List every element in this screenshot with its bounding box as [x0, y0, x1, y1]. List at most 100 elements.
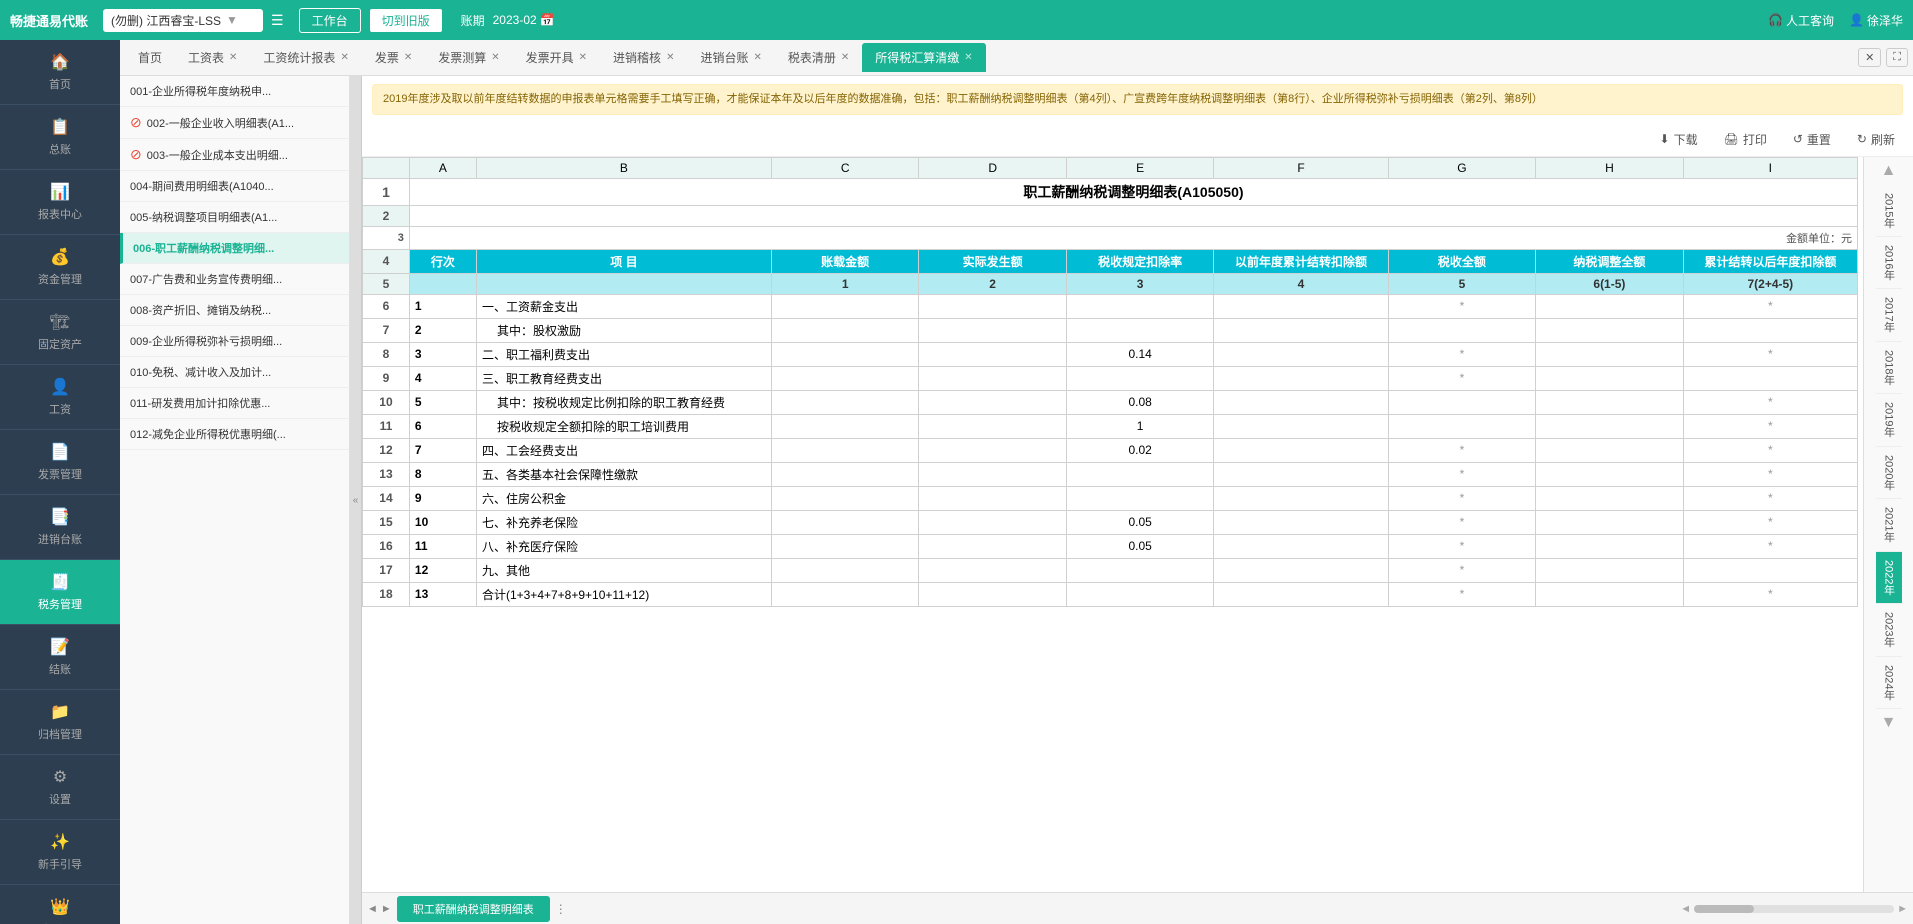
sidebar-item-general-ledger[interactable]: 📋 总账: [0, 105, 120, 170]
year-nav-item[interactable]: 2020年: [1876, 447, 1902, 499]
tab-invoice-issue[interactable]: 发票开具 ✕: [513, 43, 600, 72]
workbench-button[interactable]: 工作台: [299, 8, 361, 33]
bottom-tab-menu[interactable]: ⋮: [555, 902, 567, 916]
close-icon[interactable]: ✕: [753, 52, 761, 63]
year-nav-item[interactable]: 2023年: [1876, 604, 1902, 656]
bottom-tab-payroll[interactable]: 职工薪酬纳税调整明细表: [397, 896, 550, 922]
sidebar-item-settings[interactable]: ⚙ 设置: [0, 755, 120, 820]
collapse-handle[interactable]: «: [350, 76, 362, 924]
sheet-nav-left[interactable]: ◄: [367, 903, 378, 915]
close-icon[interactable]: ✕: [964, 52, 972, 63]
year-nav-up[interactable]: ▲: [1876, 157, 1902, 185]
scroll-right-icon[interactable]: ►: [1897, 903, 1908, 915]
left-panel-item-009[interactable]: 009-企业所得税弥补亏损明细...: [120, 326, 349, 357]
table-row[interactable]: 149六、住房公积金**: [363, 486, 1858, 510]
left-panel-item-003[interactable]: ⊘ 003-一般企业成本支出明细...: [120, 139, 349, 171]
app-logo: 畅捷通易代账: [10, 11, 88, 30]
close-icon[interactable]: ✕: [404, 52, 412, 63]
left-panel-item-001[interactable]: 001-企业所得税年度纳税申...: [120, 76, 349, 107]
tab-invoice[interactable]: 发票 ✕: [362, 43, 425, 72]
sidebar-item-tax[interactable]: 🧾 税务管理: [0, 560, 120, 625]
year-nav-item[interactable]: 2017年: [1876, 289, 1902, 341]
old-version-button[interactable]: 切到旧版: [369, 8, 443, 33]
tab-tax-list[interactable]: 税表清册 ✕: [775, 43, 862, 72]
left-panel-item-005[interactable]: 005-纳税调整项目明细表(A1...: [120, 202, 349, 233]
support-button[interactable]: 🎧 人工客询: [1768, 12, 1834, 29]
sidebar-item-closing[interactable]: 📝 结账: [0, 625, 120, 690]
year-nav-item[interactable]: 2024年: [1876, 657, 1902, 709]
year-nav-item[interactable]: 2021年: [1876, 499, 1902, 551]
year-nav-item[interactable]: 2019年: [1876, 394, 1902, 446]
tab-payroll-stats[interactable]: 工资统计报表 ✕: [250, 43, 361, 72]
year-nav-item[interactable]: 2015年: [1876, 185, 1902, 237]
tab-invoice-calc[interactable]: 发票测算 ✕: [425, 43, 512, 72]
tab-home[interactable]: 首页: [125, 43, 175, 72]
close-icon[interactable]: ✕: [666, 52, 674, 63]
table-row[interactable]: 116按税收规定全额扣除的职工培训费用1*: [363, 414, 1858, 438]
col-b-header: 项 目: [476, 249, 771, 273]
sidebar-item-payroll[interactable]: 👤 工资: [0, 365, 120, 430]
print-button[interactable]: 🖨 打印: [1716, 128, 1775, 151]
year-nav-item[interactable]: 2016年: [1876, 237, 1902, 289]
refresh-button[interactable]: ↻ 刷新: [1849, 128, 1903, 151]
sheet-nav-right[interactable]: ►: [381, 903, 392, 915]
download-button[interactable]: ⬇ 下载: [1652, 128, 1706, 151]
table-row[interactable]: 1813合计(1+3+4+7+8+9+10+11+12)**: [363, 582, 1858, 606]
sidebar-item-invoice-mgmt[interactable]: 📄 发票管理: [0, 430, 120, 495]
sidebar-item-guide[interactable]: ✨ 新手引导: [0, 820, 120, 885]
left-panel-item-007[interactable]: 007-广告费和业务宣传费明细...: [120, 264, 349, 295]
year-nav-item[interactable]: 2022年: [1876, 552, 1902, 604]
scroll-left-icon[interactable]: ◄: [1680, 903, 1691, 915]
horizontal-scrollbar[interactable]: [1694, 905, 1894, 913]
sidebar-item-purchase-sales[interactable]: 📑 进销台账: [0, 495, 120, 560]
company-selector[interactable]: (勿删) 江西睿宝-LSS ▼: [103, 9, 263, 32]
table-col-sub-header-row: 5 1 2 3 4 5 6(1-5): [363, 273, 1858, 294]
sidebar-item-home[interactable]: 🏠 首页: [0, 40, 120, 105]
table-container[interactable]: A B C D E F G H I: [362, 157, 1913, 893]
sidebar-item-vip[interactable]: 👑 畅会员: [0, 885, 120, 924]
close-icon[interactable]: ✕: [841, 52, 849, 63]
sidebar-item-fixed-assets[interactable]: 🏗 固定资产: [0, 300, 120, 365]
tab-purchase-check[interactable]: 进销稽核 ✕: [600, 43, 687, 72]
payroll-icon: 👤: [50, 377, 70, 397]
left-panel-item-012[interactable]: 012-减免企业所得税优惠明细(...: [120, 419, 349, 450]
sidebar-item-label: 固定资产: [38, 336, 82, 352]
year-nav-down[interactable]: ▼: [1876, 709, 1902, 737]
table-row[interactable]: 61一、工资薪金支出**: [363, 294, 1858, 318]
close-all-button[interactable]: ✕: [1858, 48, 1881, 67]
year-nav-item[interactable]: 2018年: [1876, 342, 1902, 394]
table-row[interactable]: 138五、各类基本社会保障性缴款**: [363, 462, 1858, 486]
left-panel-item-011[interactable]: 011-研发费用加计扣除优惠...: [120, 388, 349, 419]
table-row[interactable]: 1611八、补充医疗保险0.05**: [363, 534, 1858, 558]
col-e-header: 税收规定扣除率: [1066, 249, 1213, 273]
table-row[interactable]: 105其中：按税收规定比例扣除的职工教育经费0.08*: [363, 390, 1858, 414]
company-edit-icon[interactable]: ☰: [271, 12, 284, 29]
table-header-numbers: A B C D E F G H I: [363, 157, 1858, 178]
table-row[interactable]: 127四、工会经费支出0.02**: [363, 438, 1858, 462]
left-panel-item-010[interactable]: 010-免税、减计收入及加计...: [120, 357, 349, 388]
table-row[interactable]: 1712九、其他*: [363, 558, 1858, 582]
table-row[interactable]: 1510七、补充养老保险0.05**: [363, 510, 1858, 534]
close-icon[interactable]: ✕: [491, 52, 499, 63]
table-row[interactable]: 72其中：股权激励: [363, 318, 1858, 342]
user-menu[interactable]: 👤 徐泽华: [1849, 12, 1903, 29]
left-panel-item-002[interactable]: ⊘ 002-一般企业收入明细表(A1...: [120, 107, 349, 139]
close-icon[interactable]: ✕: [579, 52, 587, 63]
sidebar-item-archive[interactable]: 📁 归档管理: [0, 690, 120, 755]
left-panel-item-006[interactable]: 006-职工薪酬纳税调整明细...: [120, 233, 349, 264]
error-icon: ⊘: [130, 114, 142, 131]
sidebar-item-reports[interactable]: 📊 报表中心: [0, 170, 120, 235]
close-icon[interactable]: ✕: [340, 52, 348, 63]
left-panel-item-008[interactable]: 008-资产折旧、摊销及纳税...: [120, 295, 349, 326]
tab-tax-annual[interactable]: 所得税汇算清缴 ✕: [862, 43, 985, 72]
maximize-button[interactable]: ⛶: [1886, 48, 1908, 67]
tab-purchase-ledger[interactable]: 进销台账 ✕: [687, 43, 774, 72]
table-row[interactable]: 83二、职工福利费支出0.14**: [363, 342, 1858, 366]
left-panel-item-004[interactable]: 004-期间费用明细表(A1040...: [120, 171, 349, 202]
period-selector[interactable]: 2023-02 📅: [493, 13, 555, 27]
reset-button[interactable]: ↺ 重置: [1785, 128, 1839, 151]
tab-payroll[interactable]: 工资表 ✕: [175, 43, 250, 72]
table-row[interactable]: 94三、职工教育经费支出*: [363, 366, 1858, 390]
sidebar-item-funds[interactable]: 💰 资金管理: [0, 235, 120, 300]
close-icon[interactable]: ✕: [229, 52, 237, 63]
